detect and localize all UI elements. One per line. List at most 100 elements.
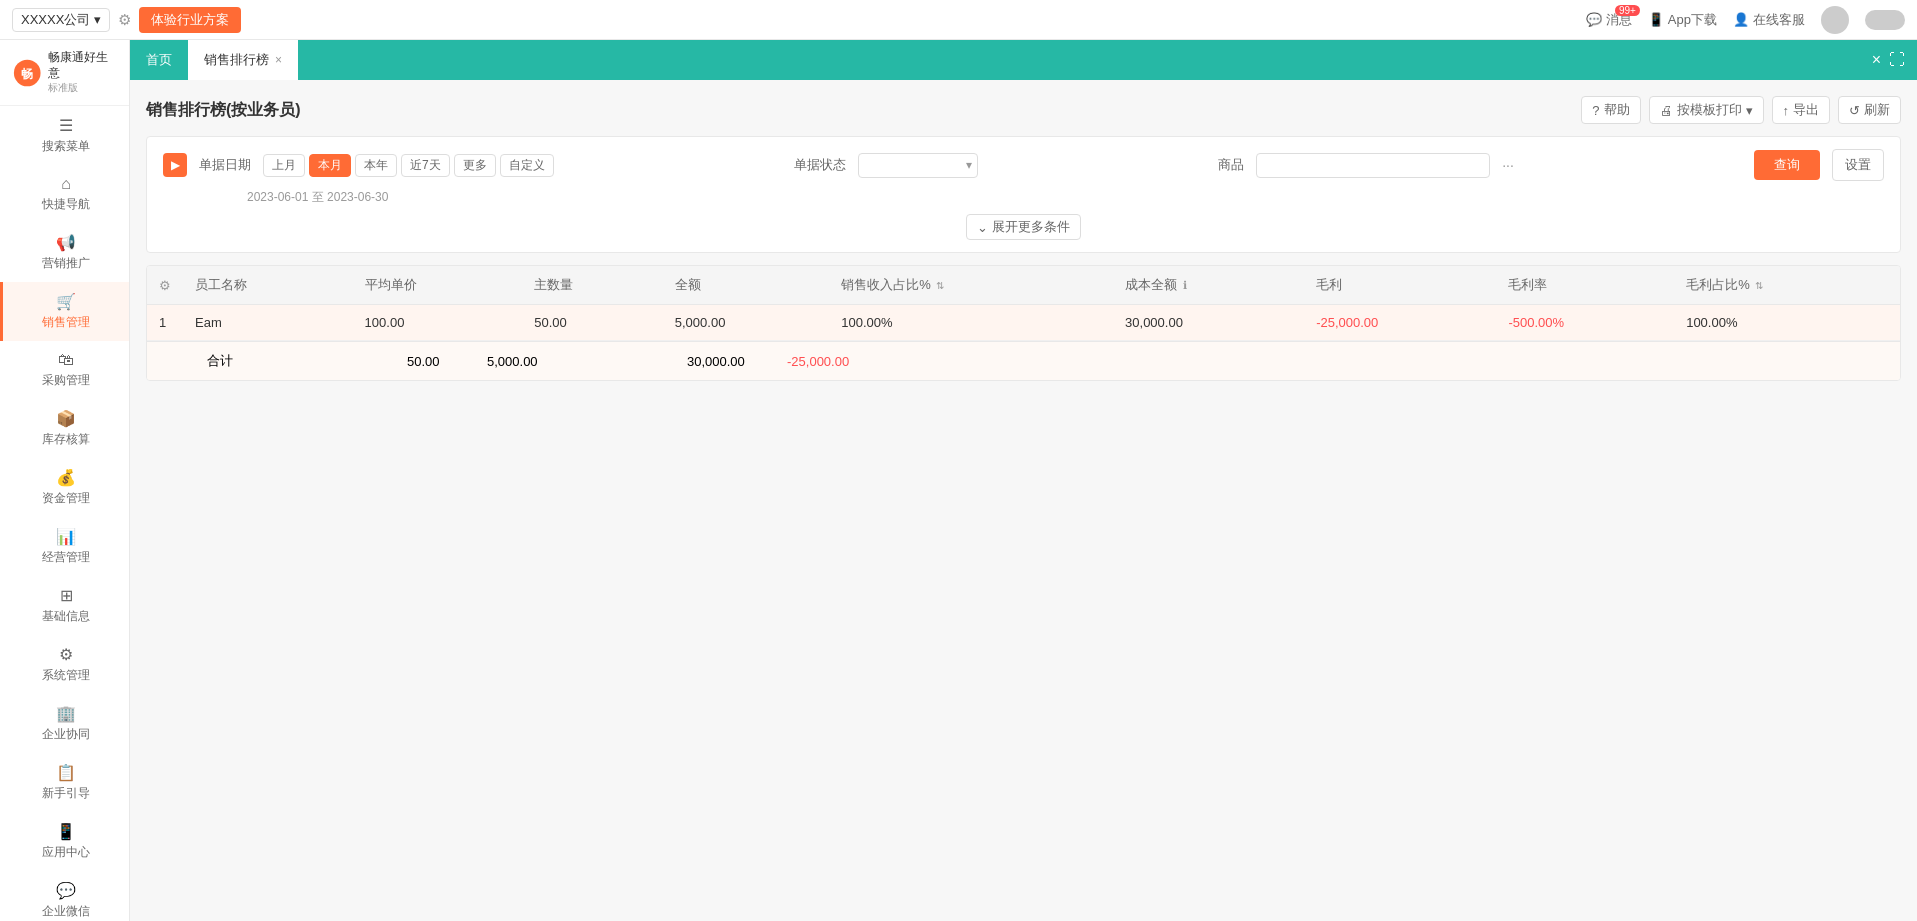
sidebar-item-apps[interactable]: 📱 应用中心 [0, 812, 129, 871]
company-selector[interactable]: XXXXX公司 ▾ [12, 8, 110, 32]
tab-sales-ranking[interactable]: 销售排行榜 × [188, 40, 298, 80]
app-download-button[interactable]: 📱 App下载 [1648, 11, 1717, 29]
sidebar-item-purchase[interactable]: 🛍 采购管理 [0, 341, 129, 399]
sidebar-item-finance[interactable]: 💰 资金管理 [0, 458, 129, 517]
sidebar-label-basic: 基础信息 [42, 608, 90, 625]
avatar[interactable] [1821, 6, 1849, 34]
last-month-btn[interactable]: 上月 [263, 154, 305, 177]
tab-bar: 首页 销售排行榜 × × ⛶ [130, 40, 1917, 80]
sidebar-item-enterprise[interactable]: 🏢 企业协同 [0, 694, 129, 753]
th-quantity: 主数量 [522, 266, 663, 305]
finance-icon: 💰 [56, 468, 76, 487]
query-button[interactable]: 查询 [1754, 150, 1820, 180]
expand-more-button[interactable]: ⌄ 展开更多条件 [966, 214, 1081, 240]
basic-icon: ⊞ [60, 586, 73, 605]
sidebar-label-purchase: 采购管理 [42, 372, 90, 389]
print-label: 按模板打印 [1677, 101, 1742, 119]
sidebar-item-system[interactable]: ⚙ 系统管理 [0, 635, 129, 694]
last7-btn[interactable]: 近7天 [401, 154, 450, 177]
sidebar-item-wechat[interactable]: 💬 企业微信 [0, 871, 129, 921]
export-button[interactable]: ↑ 导出 [1772, 96, 1831, 124]
this-year-btn[interactable]: 本年 [355, 154, 397, 177]
company-dropdown-icon: ▾ [94, 12, 101, 27]
status-select[interactable] [858, 153, 978, 178]
sidebar-item-inventory[interactable]: 📦 库存核算 [0, 399, 129, 458]
tab-home[interactable]: 首页 [130, 40, 188, 80]
tab-maximize-icon[interactable]: ⛶ [1889, 51, 1905, 69]
try-industry-button[interactable]: 体验行业方案 [139, 7, 241, 33]
sidebar-label-guide: 新手引导 [42, 785, 90, 802]
this-month-btn[interactable]: 本月 [309, 154, 351, 177]
goods-input[interactable] [1256, 153, 1490, 178]
th-name: 员工名称 [183, 266, 353, 305]
refresh-button[interactable]: ↺ 刷新 [1838, 96, 1901, 124]
tab-close-icon[interactable]: × [275, 53, 282, 67]
filter-area: ▶ 单据日期 上月 本月 本年 近7天 更多 自定义 单据状态 [146, 136, 1901, 253]
sort-icon-sales-pct: ⇅ [936, 280, 944, 291]
refresh-label: 刷新 [1864, 101, 1890, 119]
sidebar-logo: 畅 畅康通好生意 标准版 [0, 40, 129, 106]
sidebar-item-operations[interactable]: 📊 经营管理 [0, 517, 129, 576]
column-settings-icon[interactable]: ⚙ [159, 278, 171, 293]
cell-avg-price: 100.00 [353, 305, 523, 341]
cost-info-icon[interactable]: ℹ [1183, 279, 1187, 291]
content-area: 首页 销售排行榜 × × ⛶ 销售排行榜(按业务员) ? 帮助 [130, 40, 1917, 921]
date-filter-label: 单据日期 [199, 156, 251, 174]
settings-button[interactable]: 设置 [1832, 149, 1884, 181]
sidebar-item-basic[interactable]: ⊞ 基础信息 [0, 576, 129, 635]
footer-quantity: 50.00 [407, 354, 440, 369]
print-button[interactable]: 🖨 按模板打印 ▾ [1649, 96, 1764, 124]
footer-total-cell: 5,000.00 [475, 354, 575, 369]
table-header-row: ⚙ 员工名称 平均单价 主数量 [147, 266, 1900, 305]
footer-cost-cell: 30,000.00 [675, 354, 775, 369]
cell-quantity: 50.00 [522, 305, 663, 341]
help-button[interactable]: ? 帮助 [1581, 96, 1640, 124]
footer-total: 5,000.00 [487, 354, 538, 369]
th-gross: 毛利 [1304, 266, 1496, 305]
logo-sub-text: 标准版 [48, 81, 117, 95]
sales-icon: 🛒 [56, 292, 76, 311]
sidebar-item-sales[interactable]: 🛒 销售管理 [0, 282, 129, 341]
inventory-icon: 📦 [56, 409, 76, 428]
sidebar-item-marketing[interactable]: 📢 营销推广 [0, 223, 129, 282]
sidebar-item-shortcut[interactable]: ⌂ 快捷导航 [0, 165, 129, 223]
settings-icon[interactable]: ⚙ [118, 11, 131, 29]
online-service-button[interactable]: 👤 在线客服 [1733, 11, 1805, 29]
message-button[interactable]: 💬 消息 99+ [1586, 11, 1632, 29]
service-icon: 👤 [1733, 12, 1749, 27]
app-label: App下载 [1668, 11, 1717, 29]
sidebar-label-shortcut: 快捷导航 [42, 196, 90, 213]
th-gross-pct: 毛利占比% ⇅ [1674, 266, 1900, 305]
export-label: 导出 [1793, 101, 1819, 119]
print-icon: 🖨 [1660, 103, 1673, 118]
cell-cost: 30,000.00 [1113, 305, 1304, 341]
system-icon: ⚙ [59, 645, 73, 664]
custom-date-btn[interactable]: 自定义 [500, 154, 554, 177]
message-icon: 💬 [1586, 12, 1602, 27]
data-table: ⚙ 员工名称 平均单价 主数量 [147, 266, 1900, 341]
sidebar-item-search[interactable]: ☰ 搜索菜单 [0, 106, 129, 165]
filter-row-date: ▶ 单据日期 上月 本月 本年 近7天 更多 自定义 单据状态 [163, 149, 1884, 181]
tab-minimize-icon[interactable]: × [1872, 51, 1881, 69]
search-menu-icon: ☰ [59, 116, 73, 135]
th-total: 全额 [663, 266, 829, 305]
sidebar: 畅 畅康通好生意 标准版 ☰ 搜索菜单 ⌂ 快捷导航 📢 营销推广 🛒 销售管理… [0, 40, 130, 921]
footer-gross-cell: -25,000.00 [775, 354, 875, 369]
more-date-btn[interactable]: 更多 [454, 154, 496, 177]
table-footer: 合计 50.00 5,000.00 30,000.00 -25,000.00 [147, 341, 1900, 380]
th-settings: ⚙ [147, 266, 183, 305]
cell-total: 5,000.00 [663, 305, 829, 341]
help-icon: ? [1592, 103, 1599, 118]
table-row: 1 Eam 100.00 50.00 5,000.00 100.00% 30,0… [147, 305, 1900, 341]
filter-expand-arrow[interactable]: ▶ [163, 153, 187, 177]
sidebar-item-guide[interactable]: 📋 新手引导 [0, 753, 129, 812]
guide-icon: 📋 [56, 763, 76, 782]
help-label: 帮助 [1604, 101, 1630, 119]
th-sales-pct: 销售收入占比% ⇅ [829, 266, 1113, 305]
expand-down-icon: ⌄ [977, 220, 988, 235]
filter-row-date-range: 2023-06-01 至 2023-06-30 [163, 189, 1884, 206]
company-name: XXXXX公司 [21, 11, 90, 29]
sidebar-label-sales: 销售管理 [42, 314, 90, 331]
goods-more-icon[interactable]: ··· [1502, 157, 1514, 173]
page-title: 销售排行榜(按业务员) [146, 100, 301, 121]
